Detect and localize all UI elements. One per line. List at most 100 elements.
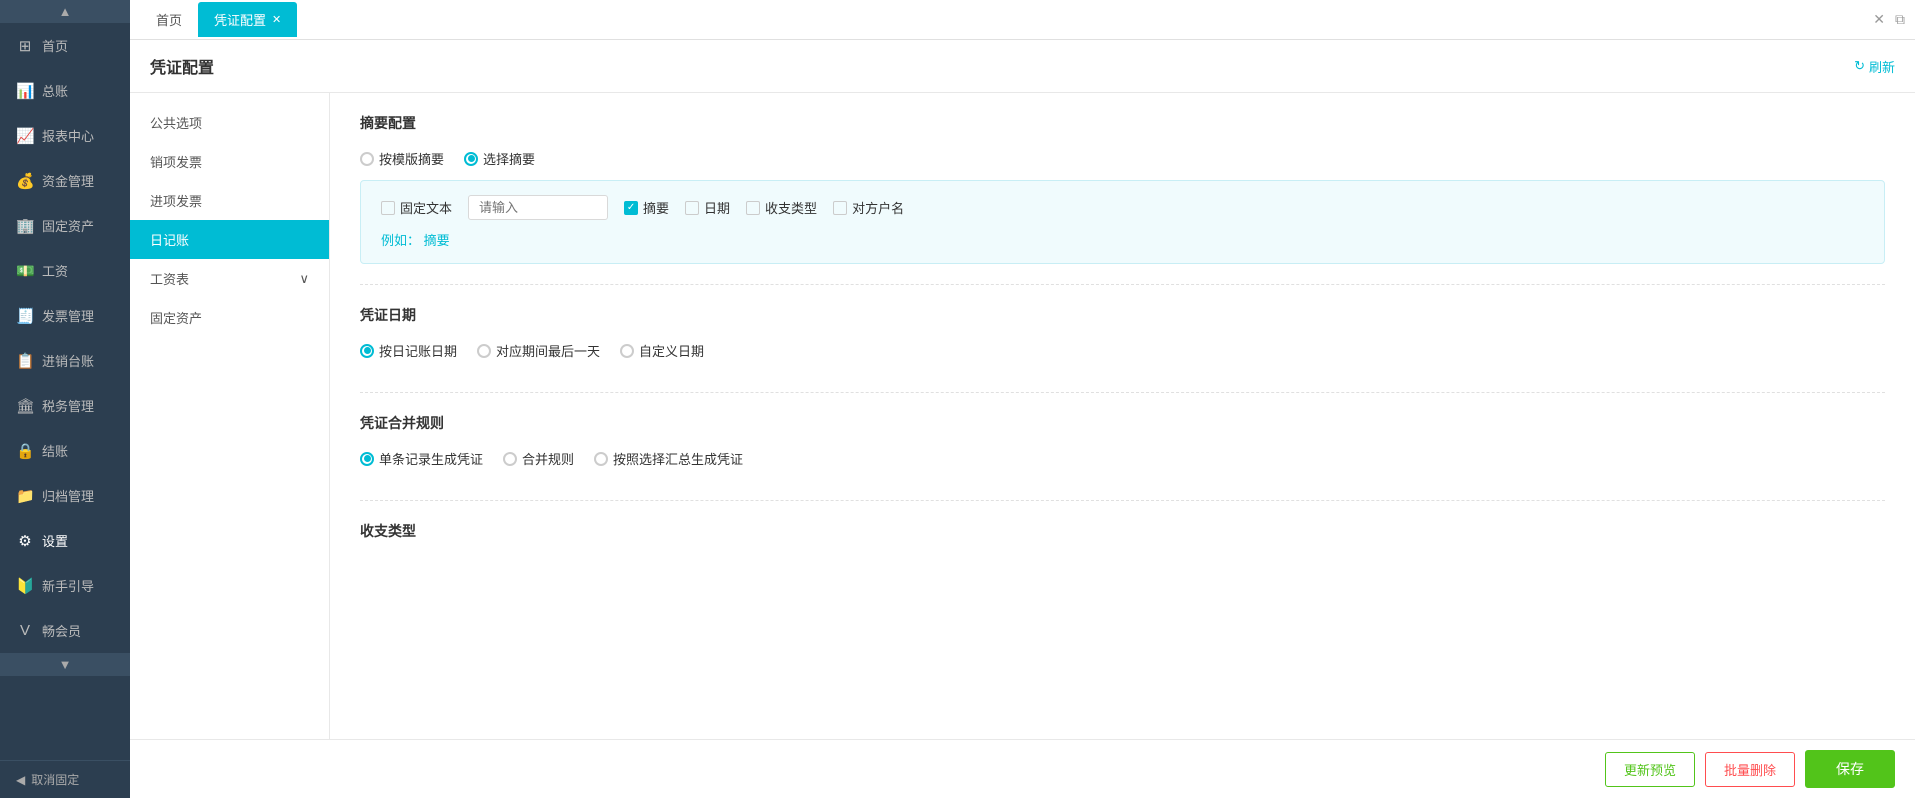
radio-by-journal-date-circle [360,344,374,358]
sidebar: ▲ ⊞ 首页 📊 总账 📈 报表中心 💰 资金管理 🏢 固定资产 💵 工资 🧾 … [0,0,130,798]
radio-single[interactable]: 单条记录生成凭证 [360,449,483,468]
page-title: 凭证配置 [150,54,214,78]
checkbox-date[interactable]: 日期 [685,198,730,217]
minimize-icon[interactable]: ✕ [1873,11,1885,28]
refresh-icon: ↻ [1854,58,1865,74]
sidebar-item-funds[interactable]: 💰 资金管理 [0,158,130,203]
sidebar-item-vip[interactable]: V 畅会员 [0,608,130,653]
checkbox-summary[interactable]: ✓ 摘要 [624,198,669,217]
sidebar-item-label: 首页 [42,36,68,55]
radio-by-selection-label: 按照选择汇总生成凭证 [613,449,743,468]
radio-by-journal-date-label: 按日记账日期 [379,341,457,360]
radio-merge-circle [503,452,517,466]
income-type-title: 收支类型 [360,521,1885,541]
voucher-date-title: 凭证日期 [360,305,1885,325]
nav-item-fixed-assets-label: 固定资产 [150,308,202,327]
sidebar-scroll-down[interactable]: ▼ [0,653,130,676]
radio-custom-date-circle [620,344,634,358]
sidebar-item-assets[interactable]: 🏢 固定资产 [0,203,130,248]
guide-icon: 🔰 [16,577,34,595]
nav-item-payroll-table[interactable]: 工资表 ∨ [130,259,329,298]
sidebar-item-home[interactable]: ⊞ 首页 [0,23,130,68]
merge-rules-section: 凭证合并规则 单条记录生成凭证 合并规则 按照选择汇总生成凭证 [360,413,1885,501]
example-label: 例如： [381,233,420,248]
tab-home[interactable]: 首页 [140,2,198,37]
sidebar-item-label: 总账 [42,81,68,100]
vip-icon: V [16,622,34,639]
nav-item-purchase[interactable]: 进项发票 [130,181,329,220]
checkbox-fixed-text-box [381,201,395,215]
sidebar-item-label: 税务管理 [42,396,94,415]
nav-item-public-label: 公共选项 [150,113,202,132]
sidebar-item-closing[interactable]: 🔒 结账 [0,428,130,473]
sidebar-item-guide[interactable]: 🔰 新手引导 [0,563,130,608]
radio-single-circle [360,452,374,466]
radio-custom-date-label: 自定义日期 [639,341,704,360]
radio-by-journal-date[interactable]: 按日记账日期 [360,341,457,360]
main-area: 首页 凭证配置 ✕ ✕ ⧉ 凭证配置 ↻ 刷新 公共选项 [130,0,1915,798]
reports-icon: 📈 [16,127,34,145]
sidebar-item-label: 进销台账 [42,351,94,370]
update-preview-button[interactable]: 更新预览 [1605,752,1695,787]
radio-select-label: 选择摘要 [483,149,535,168]
radio-template-circle [360,152,374,166]
sidebar-item-label: 新手引导 [42,576,94,595]
batch-delete-button[interactable]: 批量删除 [1705,752,1795,787]
radio-single-label: 单条记录生成凭证 [379,449,483,468]
radio-last-day[interactable]: 对应期间最后一天 [477,341,600,360]
maximize-icon[interactable]: ⧉ [1895,11,1905,28]
checkbox-income-type-label: 收支类型 [765,198,817,217]
radio-template-label: 按模版摘要 [379,149,444,168]
checkbox-income-type[interactable]: 收支类型 [746,198,817,217]
window-controls: ✕ ⧉ [1873,11,1905,28]
tab-close-icon[interactable]: ✕ [272,13,281,26]
left-nav: 公共选项 销项发票 进项发票 日记账 工资表 ∨ 固定资产 [130,93,330,739]
nav-item-payroll-table-label: 工资表 [150,269,189,288]
nav-item-public[interactable]: 公共选项 [130,103,329,142]
sidebar-item-archive[interactable]: 📁 归档管理 [0,473,130,518]
payroll-icon: 💵 [16,262,34,280]
checkbox-counterpart[interactable]: 对方户名 [833,198,904,217]
radio-last-day-circle [477,344,491,358]
nav-item-fixed-assets[interactable]: 固定资产 [130,298,329,337]
sidebar-unpin[interactable]: ◀ 取消固定 [0,760,130,798]
sidebar-item-tax[interactable]: 🏛 税务管理 [0,383,130,428]
invoice-mgr-icon: 🧾 [16,307,34,325]
checkbox-counterpart-label: 对方户名 [852,198,904,217]
tab-voucher-config[interactable]: 凭证配置 ✕ [198,2,297,37]
nav-item-sales[interactable]: 销项发票 [130,142,329,181]
nav-item-journal[interactable]: 日记账 [130,220,329,259]
sidebar-item-label: 资金管理 [42,171,94,190]
refresh-button[interactable]: ↻ 刷新 [1854,57,1895,76]
sidebar-item-ledger[interactable]: 📊 总账 [0,68,130,113]
sidebar-item-payroll[interactable]: 💵 工资 [0,248,130,293]
sidebar-item-reports[interactable]: 📈 报表中心 [0,113,130,158]
checkbox-config: 固定文本 ✓ 摘要 日期 [360,180,1885,264]
sidebar-item-label: 设置 [42,531,68,550]
radio-by-selection[interactable]: 按照选择汇总生成凭证 [594,449,743,468]
home-icon: ⊞ [16,37,34,55]
fixed-text-input[interactable] [468,195,608,220]
sidebar-item-purchase-sales[interactable]: 📋 进销台账 [0,338,130,383]
nav-item-purchase-label: 进项发票 [150,191,202,210]
checkbox-fixed-text[interactable]: 固定文本 [381,198,452,217]
sidebar-scroll-up[interactable]: ▲ [0,0,130,23]
radio-merge-label: 合并规则 [522,449,574,468]
ledger-icon: 📊 [16,82,34,100]
save-button[interactable]: 保存 [1805,750,1895,788]
unpin-icon: ◀ [16,773,25,787]
abstract-section-title: 摘要配置 [360,113,1885,133]
checkbox-summary-box: ✓ [624,201,638,215]
refresh-label: 刷新 [1869,57,1895,76]
sidebar-item-settings[interactable]: ⚙ 设置 [0,518,130,563]
radio-select[interactable]: 选择摘要 [464,149,535,168]
radio-custom-date[interactable]: 自定义日期 [620,341,704,360]
abstract-section: 摘要配置 按模版摘要 选择摘要 [360,113,1885,285]
sidebar-item-invoice-mgr[interactable]: 🧾 发票管理 [0,293,130,338]
page-header: 凭证配置 ↻ 刷新 [130,40,1915,93]
checkbox-row: 固定文本 ✓ 摘要 日期 [381,195,1864,220]
radio-template[interactable]: 按模版摘要 [360,149,444,168]
checkbox-counterpart-box [833,201,847,215]
tab-bar: 首页 凭证配置 ✕ ✕ ⧉ [130,0,1915,40]
radio-merge[interactable]: 合并规则 [503,449,574,468]
